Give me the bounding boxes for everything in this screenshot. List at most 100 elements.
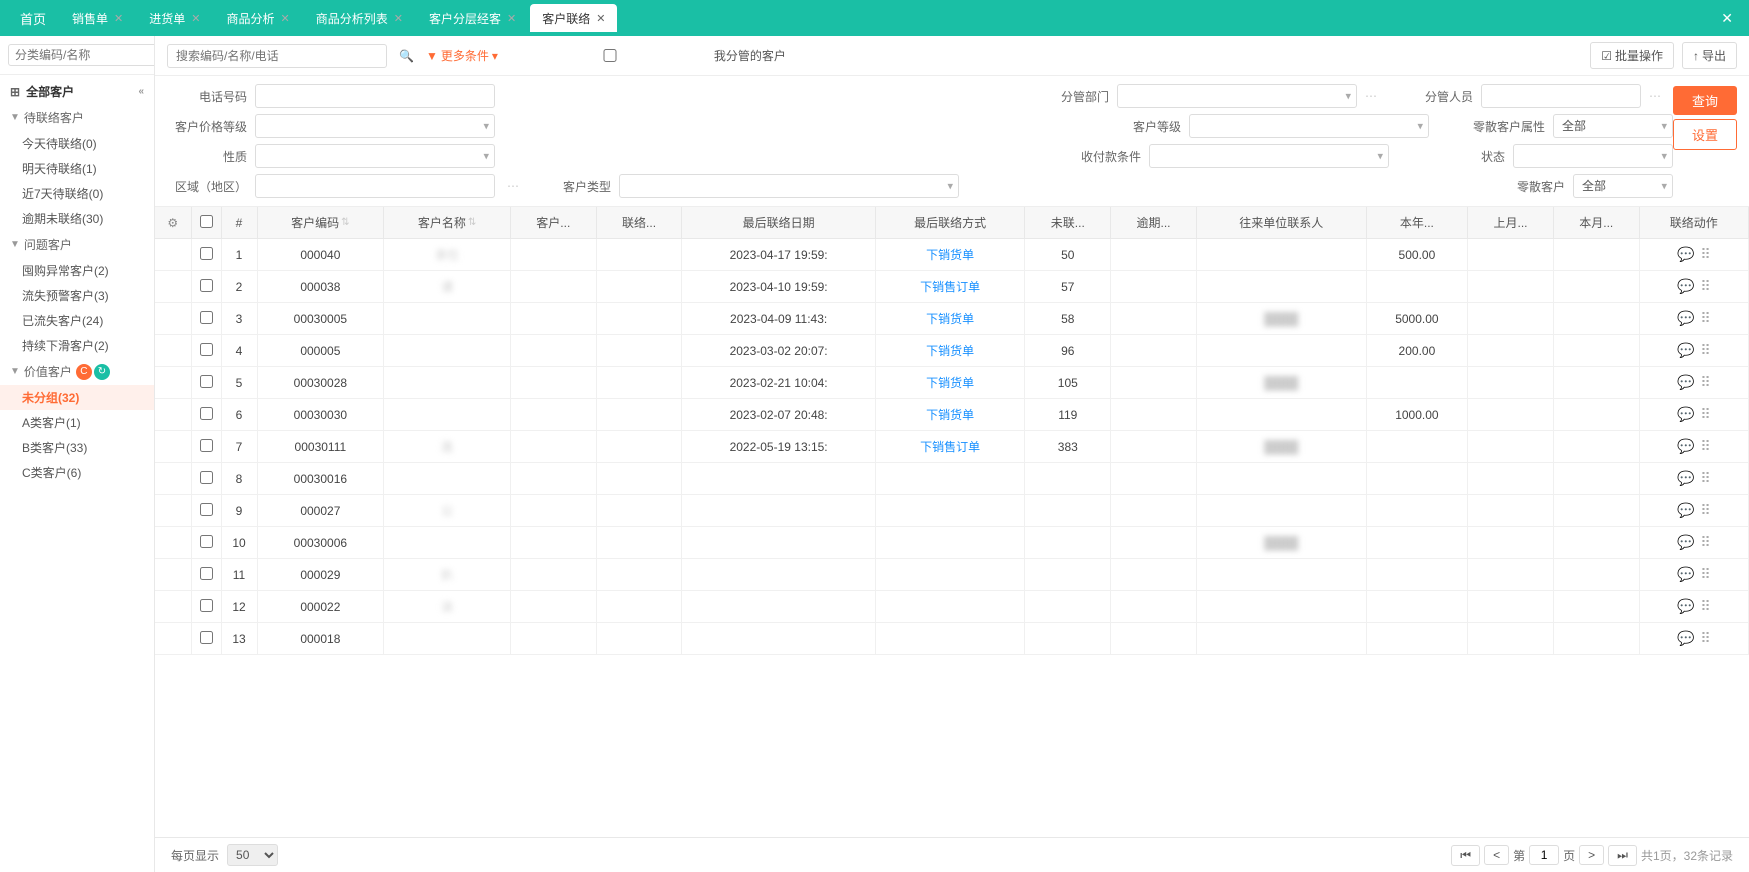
row-checkbox[interactable] (200, 439, 213, 452)
sidebar-item-class-b[interactable]: B类客户(33) (0, 435, 154, 460)
customer-code-cell[interactable]: 00030030 (257, 399, 384, 431)
customer-name-cell[interactable]: 连 (384, 431, 511, 463)
nav-tab-customer-tier[interactable]: 客户分层经客 ✕ (417, 4, 528, 32)
close-customer-contact-tab[interactable]: ✕ (596, 12, 605, 25)
sidebar-item-ungrouped[interactable]: 未分组(32) (0, 385, 154, 410)
customer-name-cell[interactable] (384, 527, 511, 559)
dept-select[interactable] (1117, 84, 1357, 108)
close-product-list-tab[interactable]: ✕ (394, 12, 403, 25)
problem-customers-section[interactable]: ▼ 问题客户 (0, 231, 154, 258)
last-method-link[interactable]: 下销货单 (926, 312, 974, 326)
gender-select[interactable] (255, 144, 495, 168)
page-number-input[interactable] (1529, 845, 1559, 865)
query-button[interactable]: 查询 (1673, 86, 1737, 115)
table-last-date-header[interactable]: 最后联络日期 (682, 207, 875, 239)
customer-type-select[interactable] (619, 174, 959, 198)
contact-icon[interactable]: 💬 (1677, 342, 1694, 359)
settings-icon[interactable]: ⚙ (167, 216, 178, 230)
payment-select[interactable] (1149, 144, 1389, 168)
search-button-icon[interactable]: 🔍 (399, 49, 414, 63)
customer-level-select[interactable] (1189, 114, 1429, 138)
sidebar-item-abnormal[interactable]: 囤购异常客户(2) (0, 258, 154, 283)
person-input[interactable] (1481, 84, 1641, 108)
my-customers-checkbox-label[interactable]: 我分管的客户 (510, 47, 786, 64)
table-overdue-header[interactable]: 逾期... (1111, 207, 1197, 239)
more-conditions-button[interactable]: ▼ 更多条件 ▾ (426, 47, 498, 64)
last-method-link[interactable]: 下销售订单 (920, 280, 980, 294)
customer-code-cell[interactable]: 00030005 (257, 303, 384, 335)
row-checkbox[interactable] (200, 311, 213, 324)
select-all-checkbox[interactable] (200, 215, 213, 228)
table-last-method-header[interactable]: 最后联络方式 (875, 207, 1025, 239)
row-checkbox[interactable] (200, 471, 213, 484)
contact-icon[interactable]: 💬 (1677, 310, 1694, 327)
customer-code-cell[interactable]: 000027 (257, 495, 384, 527)
checkbox-cell[interactable] (191, 271, 221, 303)
checkbox-cell[interactable] (191, 303, 221, 335)
region-more-icon[interactable]: ⋯ (503, 179, 523, 193)
customer-name-cell[interactable] (384, 399, 511, 431)
table-settings-header[interactable]: ⚙ (155, 207, 191, 239)
pending-contact-section[interactable]: ▼ 待联络客户 (0, 104, 154, 131)
customer-code-cell[interactable]: 000040 (257, 239, 384, 271)
close-customer-tier-tab[interactable]: ✕ (507, 12, 516, 25)
customer-code-cell[interactable]: 000018 (257, 623, 384, 655)
customer-name-cell[interactable]: 亲仕 (384, 239, 511, 271)
close-purchase-tab[interactable]: ✕ (191, 12, 200, 25)
checkbox-cell[interactable] (191, 399, 221, 431)
all-customers-header[interactable]: ⊞ 全部客户 « (0, 75, 154, 104)
checkbox-cell[interactable] (191, 527, 221, 559)
nav-tab-sales[interactable]: 销售单 ✕ (60, 4, 135, 32)
phone-input[interactable] (255, 84, 495, 108)
row-checkbox[interactable] (200, 631, 213, 644)
contact-icon[interactable]: 💬 (1677, 438, 1694, 455)
nav-home[interactable]: 首页 (8, 9, 58, 28)
table-code-header[interactable]: 客户编码 ⇅ (257, 207, 384, 239)
checkbox-cell[interactable] (191, 623, 221, 655)
more-action-icon[interactable]: ⠿ (1700, 630, 1710, 647)
more-action-icon[interactable]: ⠿ (1700, 374, 1710, 391)
prev-page-button[interactable]: < (1484, 845, 1509, 865)
contact-icon[interactable]: 💬 (1677, 246, 1694, 263)
more-action-icon[interactable]: ⠿ (1700, 278, 1710, 295)
checkbox-cell[interactable] (191, 591, 221, 623)
last-method-link[interactable]: 下销货单 (926, 376, 974, 390)
checkbox-cell[interactable] (191, 239, 221, 271)
price-level-select[interactable] (255, 114, 495, 138)
row-checkbox[interactable] (200, 535, 213, 548)
close-sales-tab[interactable]: ✕ (114, 12, 123, 25)
sidebar-item-today[interactable]: 今天待联络(0) (0, 131, 154, 156)
nav-tab-customer-contact[interactable]: 客户联络 ✕ (530, 4, 617, 32)
customer-code-cell[interactable]: 00030006 (257, 527, 384, 559)
my-customers-checkbox[interactable] (510, 49, 710, 62)
first-page-button[interactable]: ⏮ (1451, 845, 1480, 866)
last-method-link[interactable]: 下销货单 (926, 344, 974, 358)
last-method-link[interactable]: 下销货单 (926, 408, 974, 422)
search-input[interactable] (167, 44, 387, 68)
more-action-icon[interactable]: ⠿ (1700, 502, 1710, 519)
table-partner-header[interactable]: 往来单位联系人 (1196, 207, 1366, 239)
sidebar-item-class-c[interactable]: C类客户(6) (0, 460, 154, 485)
more-action-icon[interactable]: ⠿ (1700, 598, 1710, 615)
customer-code-cell[interactable]: 00030028 (257, 367, 384, 399)
table-last-month-header[interactable]: 上月... (1468, 207, 1554, 239)
customer-code-cell[interactable]: 00030016 (257, 463, 384, 495)
nav-tab-purchase[interactable]: 进货单 ✕ (137, 4, 212, 32)
contact-icon[interactable]: 💬 (1677, 406, 1694, 423)
more-action-icon[interactable]: ⠿ (1700, 246, 1710, 263)
more-action-icon[interactable]: ⠿ (1700, 470, 1710, 487)
page-size-select[interactable]: 50 100 (227, 844, 278, 866)
export-button[interactable]: ↑ 导出 (1682, 42, 1737, 69)
close-product-analysis-tab[interactable]: ✕ (281, 12, 290, 25)
customer-name-cell[interactable] (384, 367, 511, 399)
table-type-header[interactable]: 客户... (510, 207, 596, 239)
zero-attr-select[interactable]: 全部 (1553, 114, 1673, 138)
checkbox-cell[interactable] (191, 495, 221, 527)
row-checkbox[interactable] (200, 599, 213, 612)
nav-tab-product-list[interactable]: 商品分析列表 ✕ (304, 4, 415, 32)
contact-icon[interactable]: 💬 (1677, 470, 1694, 487)
customer-name-cell[interactable]: 淡 (384, 591, 511, 623)
more-action-icon[interactable]: ⠿ (1700, 342, 1710, 359)
customer-name-cell[interactable] (384, 463, 511, 495)
row-checkbox[interactable] (200, 343, 213, 356)
